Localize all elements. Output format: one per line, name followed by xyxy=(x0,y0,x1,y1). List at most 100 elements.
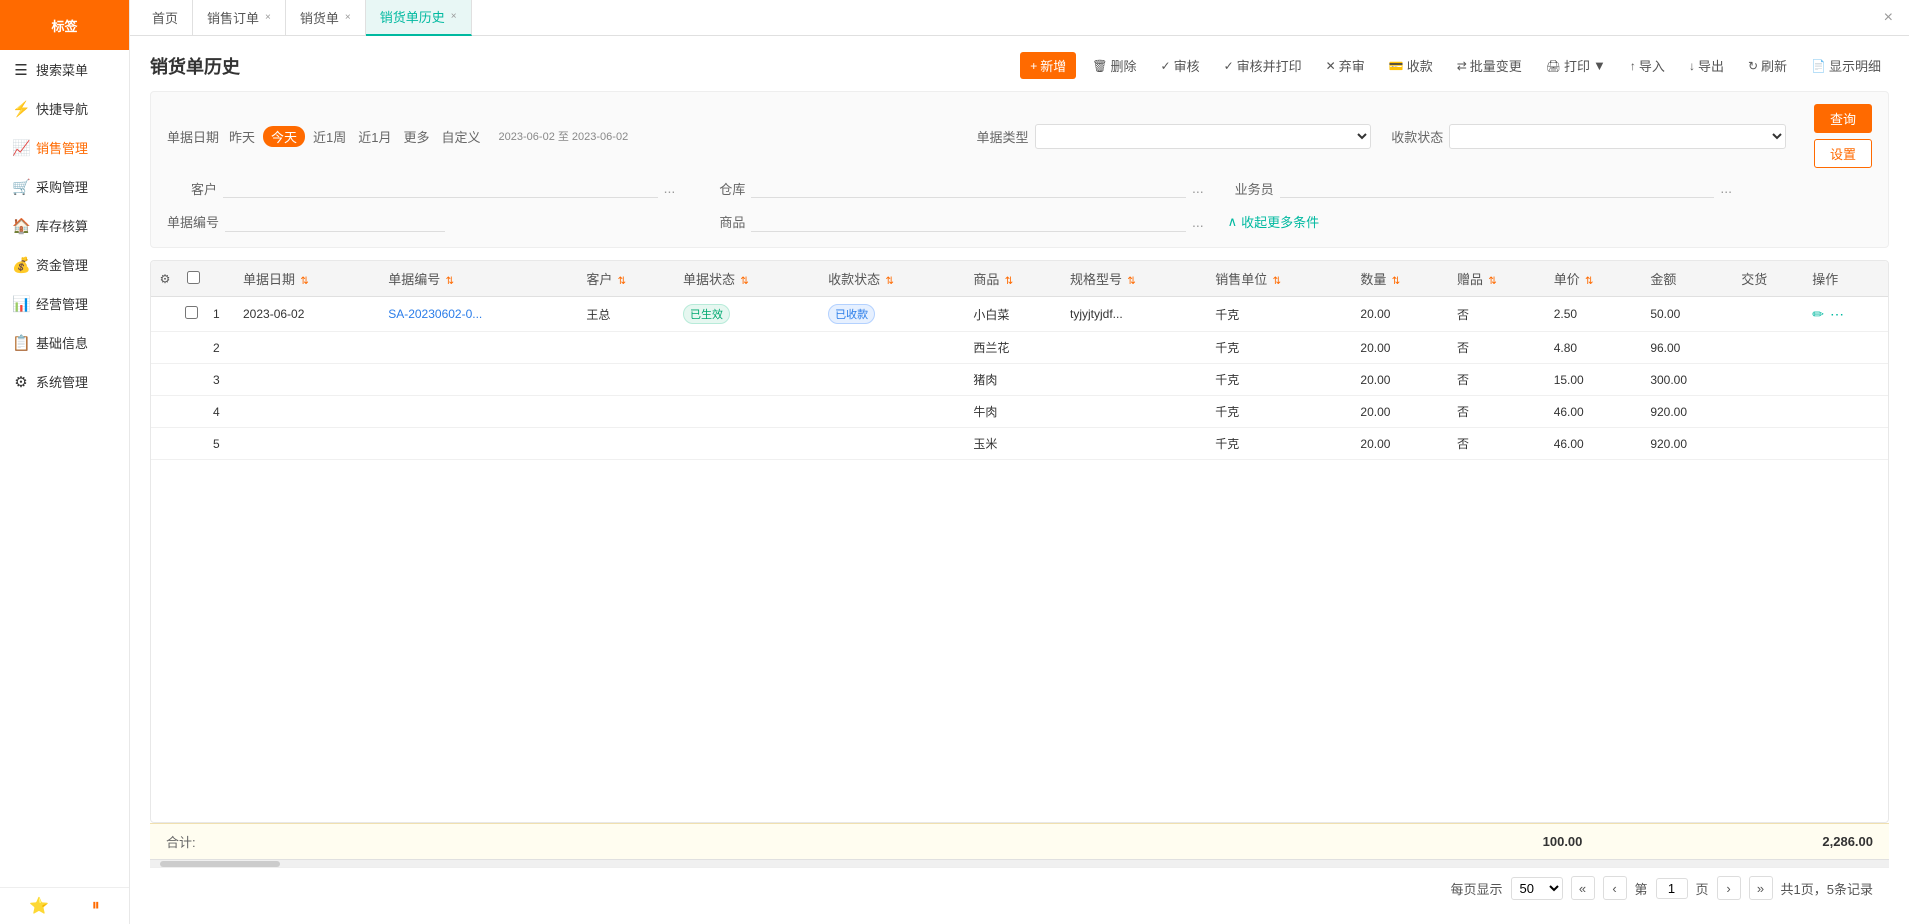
row-1-collect-status xyxy=(822,332,967,364)
tab-sales-order[interactable]: 销售订单 × xyxy=(193,0,286,36)
query-button[interactable]: 查询 xyxy=(1814,104,1872,133)
row-3-checkbox[interactable] xyxy=(179,396,207,428)
row-0-settings xyxy=(151,297,179,332)
sidebar-item-quick-nav[interactable]: ⚡ 快捷导航 xyxy=(0,89,129,128)
delete-button[interactable]: 🗑 删除 xyxy=(1084,52,1144,79)
custom-shortcut[interactable]: 自定义 xyxy=(438,126,485,147)
row-3-doc-no[interactable] xyxy=(382,396,580,428)
sidebar-item-search-menu[interactable]: ☰ 搜索菜单 xyxy=(0,50,129,89)
row-2-checkbox[interactable] xyxy=(179,364,207,396)
row-0-checkbox[interactable] xyxy=(179,297,207,332)
tab-sales-delivery[interactable]: 销货单 × xyxy=(286,0,366,36)
col-doc-status-label: 单据状态 xyxy=(683,272,735,287)
tab-sales-history[interactable]: 销货单历史 × xyxy=(366,0,472,36)
row-4-doc-no[interactable] xyxy=(382,428,580,460)
tab-sales-delivery-close[interactable]: × xyxy=(345,12,351,23)
more-shortcut[interactable]: 更多 xyxy=(400,126,434,147)
print-button[interactable]: 🖨 打印 ▼ xyxy=(1538,52,1614,79)
filter-settings-button[interactable]: 设置 xyxy=(1814,139,1872,168)
row-0-action-more[interactable]: ⋯ xyxy=(1830,306,1844,323)
per-page-select[interactable]: 50 20 100 xyxy=(1511,877,1563,900)
sidebar-item-sales-mgmt[interactable]: 📈 销售管理 xyxy=(0,128,129,167)
col-customer[interactable]: 客户 ⇅ xyxy=(580,261,677,297)
col-doc-no[interactable]: 单据编号 ⇅ xyxy=(382,261,580,297)
show-detail-button[interactable]: 📄 显示明细 xyxy=(1803,52,1889,79)
salesperson-input[interactable] xyxy=(1280,178,1715,198)
new-button[interactable]: + 新增 xyxy=(1020,52,1076,79)
audit-button[interactable]: ✓ 审核 xyxy=(1153,52,1208,79)
salesperson-label: 业务员 xyxy=(1224,179,1274,198)
customer-input[interactable] xyxy=(223,178,658,198)
row-3-quantity: 20.00 xyxy=(1354,396,1451,428)
sidebar-item-ops-mgmt[interactable]: 📊 经营管理 xyxy=(0,284,129,323)
col-doc-date[interactable]: 单据日期 ⇅ xyxy=(237,261,382,297)
row-4-checkbox[interactable] xyxy=(179,428,207,460)
tab-sales-order-close[interactable]: × xyxy=(265,12,271,23)
sidebar-bottom-star-icon[interactable]: ⭐ xyxy=(29,896,49,916)
col-checkbox[interactable] xyxy=(179,261,207,297)
sidebar-bottom-pause-icon[interactable]: ⏸ xyxy=(92,897,100,915)
collapse-button[interactable]: ∧ 收起更多条件 xyxy=(1224,208,1324,235)
sidebar-item-sys-mgmt[interactable]: ⚙ 系统管理 xyxy=(0,362,129,401)
col-doc-status[interactable]: 单据状态 ⇅ xyxy=(677,261,822,297)
row-0-action-edit[interactable]: ✏ xyxy=(1812,306,1824,323)
batch-change-button[interactable]: ⇄ 批量变更 xyxy=(1449,52,1530,79)
row-1-settings xyxy=(151,332,179,364)
next-page-button[interactable]: › xyxy=(1717,876,1741,900)
collect-button[interactable]: 💳 收款 xyxy=(1381,52,1441,79)
customer-dots[interactable]: ... xyxy=(664,180,676,196)
today-shortcut[interactable]: 今天 xyxy=(263,126,305,147)
yesterday-shortcut[interactable]: 昨天 xyxy=(225,126,259,147)
tab-home[interactable]: 首页 xyxy=(138,0,193,36)
last7-shortcut[interactable]: 近1周 xyxy=(309,126,350,147)
last1m-shortcut[interactable]: 近1月 xyxy=(354,126,395,147)
salesperson-dots[interactable]: ... xyxy=(1720,180,1732,196)
abandon-button[interactable]: ✕ 弃审 xyxy=(1318,52,1373,79)
audit-print-button[interactable]: ✓ 审核并打印 xyxy=(1216,52,1310,79)
prev-page-button[interactable]: ‹ xyxy=(1603,876,1627,900)
tab-bar-close[interactable]: × xyxy=(1876,9,1901,27)
select-all-checkbox[interactable] xyxy=(187,271,200,284)
row-1-gift: 否 xyxy=(1451,332,1548,364)
doc-status-badge: 已生效 xyxy=(683,304,730,324)
col-unit[interactable]: 销售单位 ⇅ xyxy=(1209,261,1354,297)
filter-warehouse-field: 仓库 ... xyxy=(695,178,1203,198)
col-unit-price[interactable]: 单价 ⇅ xyxy=(1548,261,1645,297)
warehouse-dots[interactable]: ... xyxy=(1192,180,1204,196)
row-0-doc-no[interactable]: SA-20230602-0... xyxy=(382,297,580,332)
row-3-delivery xyxy=(1735,396,1806,428)
sidebar-item-purchase-mgmt[interactable]: 🛒 采购管理 xyxy=(0,167,129,206)
scrollbar-thumb[interactable] xyxy=(160,861,280,867)
col-product[interactable]: 商品 ⇅ xyxy=(967,261,1064,297)
warehouse-input[interactable] xyxy=(751,178,1186,198)
sidebar-item-finance-mgmt[interactable]: 💰 资金管理 xyxy=(0,245,129,284)
col-collect-status[interactable]: 收款状态 ⇅ xyxy=(822,261,967,297)
row-1-doc-no[interactable] xyxy=(382,332,580,364)
last-page-button[interactable]: » xyxy=(1749,876,1773,900)
page-number-input[interactable] xyxy=(1656,878,1688,899)
col-settings[interactable]: ⚙ xyxy=(151,261,179,297)
col-quantity[interactable]: 数量 ⇅ xyxy=(1354,261,1451,297)
row-3-gift: 否 xyxy=(1451,396,1548,428)
sidebar-item-basic-info[interactable]: 📋 基础信息 xyxy=(0,323,129,362)
product-dots[interactable]: ... xyxy=(1192,214,1204,230)
doc-no-input[interactable] xyxy=(225,212,445,232)
import-button[interactable]: ↑ 导入 xyxy=(1622,52,1673,79)
row-2-doc-no[interactable] xyxy=(382,364,580,396)
first-page-button[interactable]: « xyxy=(1571,876,1595,900)
row-1-checkbox[interactable] xyxy=(179,332,207,364)
horizontal-scrollbar[interactable] xyxy=(150,859,1889,867)
col-gift[interactable]: 赠品 ⇅ xyxy=(1451,261,1548,297)
sidebar-item-inventory-calc[interactable]: 🏠 库存核算 xyxy=(0,206,129,245)
doc-type-select[interactable] xyxy=(1035,124,1372,149)
row-0-checkbox-input[interactable] xyxy=(185,306,198,319)
collect-status-select[interactable] xyxy=(1449,124,1786,149)
refresh-button[interactable]: ↻ 刷新 xyxy=(1740,52,1795,79)
tab-sales-history-close[interactable]: × xyxy=(451,11,457,22)
col-product-sort-icon: ⇅ xyxy=(1005,276,1013,287)
row-4-doc-date xyxy=(237,428,382,460)
sidebar-item-label: 基础信息 xyxy=(36,333,88,352)
col-spec[interactable]: 规格型号 ⇅ xyxy=(1064,261,1209,297)
product-input[interactable] xyxy=(751,212,1186,232)
export-button[interactable]: ↓ 导出 xyxy=(1681,52,1732,79)
